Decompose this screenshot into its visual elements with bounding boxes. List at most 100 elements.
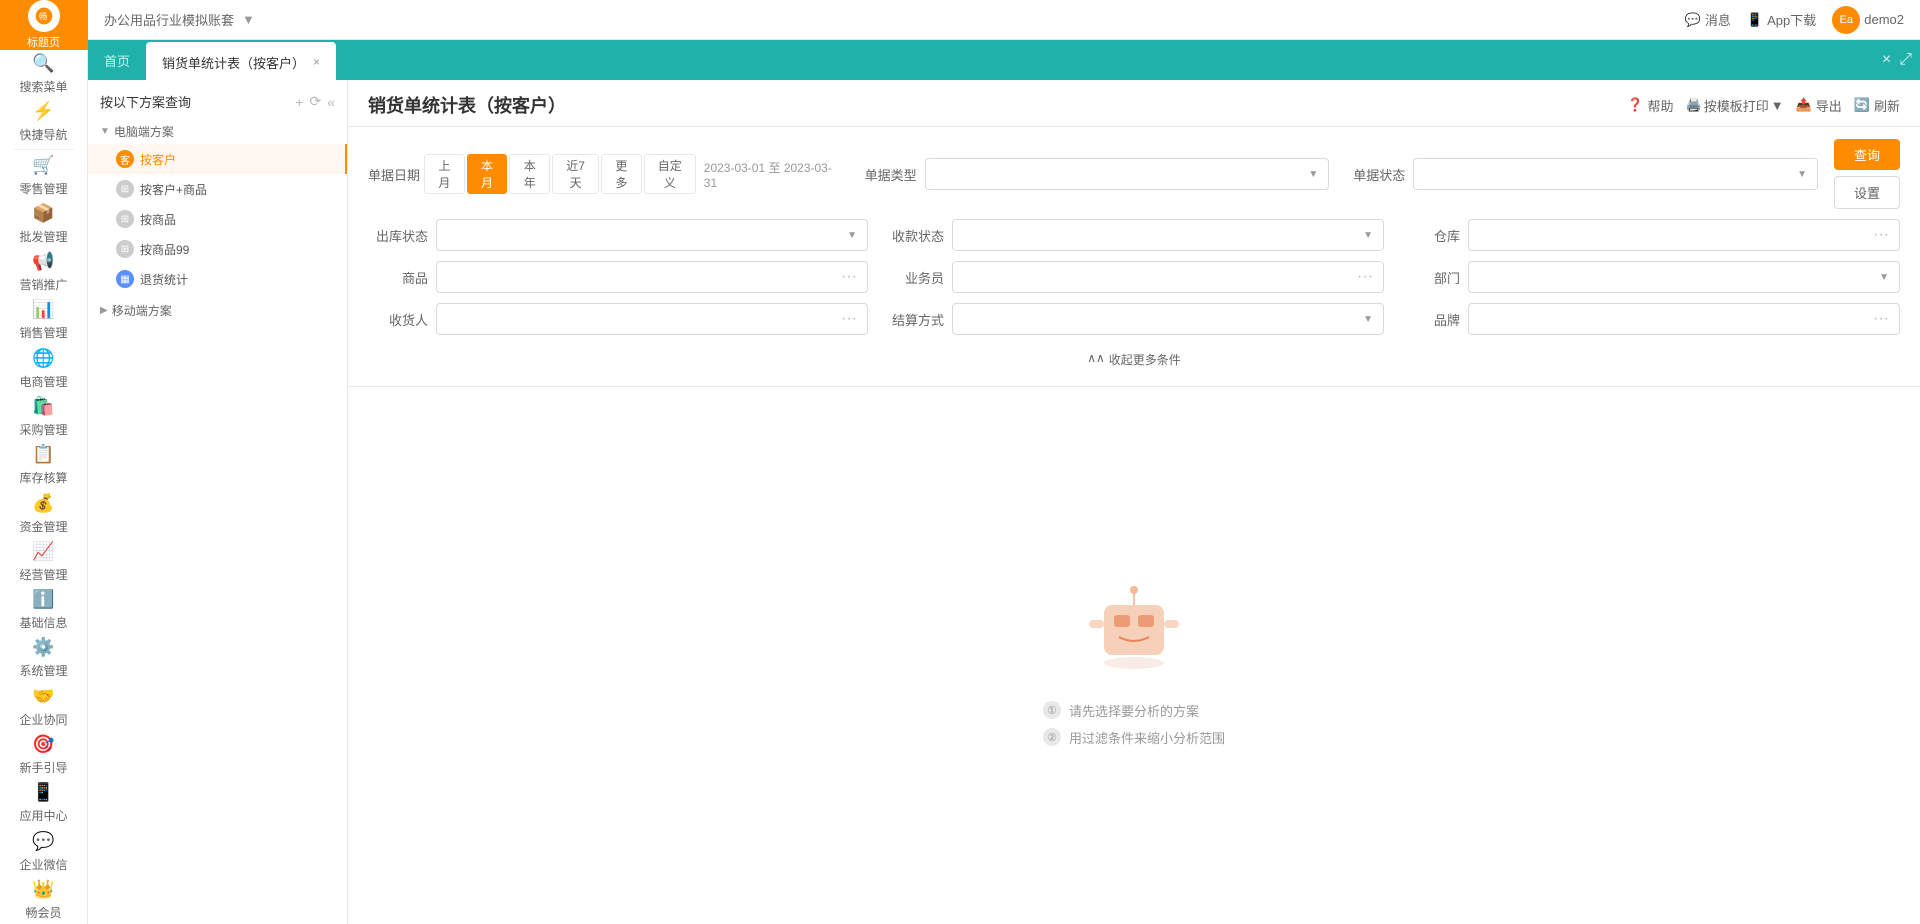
collapse-panel-btn[interactable]: « [327,94,335,110]
dropdown-icon[interactable]: ▼ [242,12,255,27]
scheme-icon-customer-product: ⊞ [116,180,134,198]
tab-current-label: 销货单统计表（按客户） [162,53,305,72]
tab-close-all-btn[interactable]: × [1882,51,1891,69]
sidebar-item-enterprise[interactable]: 🤝 企业协同 [0,683,88,731]
mobile-scheme-header[interactable]: ▶ 移动端方案 [88,298,347,323]
collapse-row[interactable]: ∧∧ 收起更多条件 [368,345,1900,374]
date-btn-this-year[interactable]: 本年 [509,154,550,194]
scheme-icon-return: ▦ [116,270,134,288]
add-scheme-btn[interactable]: + [295,94,303,110]
out-status-select[interactable]: ▼ [436,219,868,251]
empty-illustration [1074,565,1194,685]
sidebar-item-wechat[interactable]: 💬 企业微信 [0,827,88,875]
sidebar-item-finance[interactable]: 💰 资金管理 [0,489,88,537]
scheme-label-by-product-99: 按商品99 [140,241,189,258]
settings-btn[interactable]: 设置 [1834,176,1900,209]
filter-order-status: 单据状态 ▼ [1345,158,1818,190]
order-status-select[interactable]: ▼ [1413,158,1818,190]
receiver-select[interactable]: ··· [436,303,868,335]
sidebar-item-marketing[interactable]: 📢 营销推广 [0,248,88,296]
message-label: 消息 [1705,10,1731,29]
tab-home[interactable]: 首页 [88,40,146,80]
sidebar-item-label: 库存核算 [19,469,67,486]
sidebar-item-retail[interactable]: 🛒 零售管理 [0,151,88,199]
product-select[interactable]: ··· [436,261,868,293]
finance-icon: 💰 [32,493,54,514]
refresh-btn[interactable]: 🔄 刷新 [1854,96,1900,115]
sidebar-item-inventory[interactable]: 📋 库存核算 [0,441,88,489]
scheme-item-by-customer[interactable]: 客 按客户 [88,144,347,174]
salesperson-dots: ··· [1357,268,1373,286]
message-btn[interactable]: 💬 消息 [1685,10,1731,29]
date-btn-this-month[interactable]: 本月 [467,154,508,194]
brand-dots: ··· [1873,310,1889,328]
order-type-arrow: ▼ [1308,169,1318,180]
query-btn[interactable]: 查询 [1834,139,1900,170]
scheme-item-by-product[interactable]: ⊞ 按商品 [88,204,347,234]
product-dots: ··· [841,268,857,286]
sidebar-divider [14,149,74,150]
system-icon: ⚙️ [32,637,54,658]
tab-maximize-btn[interactable]: ⤢ [1899,51,1912,69]
warehouse-select[interactable]: ··· [1468,219,1900,251]
app-download-btn[interactable]: 📱 App下载 [1747,10,1816,29]
sidebar-item-system[interactable]: ⚙️ 系统管理 [0,634,88,682]
scheme-item-return-stats[interactable]: ▦ 退货统计 [88,264,347,294]
salesperson-select[interactable]: ··· [952,261,1384,293]
sidebar-item-label: 采购管理 [19,421,67,438]
refresh-scheme-btn[interactable]: ⟳ [309,93,321,110]
refresh-label: 刷新 [1874,96,1900,115]
filter-settlement: 结算方式 ▼ [884,303,1384,335]
department-label: 部门 [1400,268,1460,287]
template-print-btn[interactable]: 🖨️ 按模板打印 ▼ [1686,96,1784,115]
date-btns: 上月 本月 本年 近7天 更多 自定义 [424,154,696,194]
avatar-text: Ea [1840,14,1853,26]
quicknav-icon: ⚡ [32,101,54,122]
salesperson-label: 业务员 [884,268,944,287]
receipt-status-select[interactable]: ▼ [952,219,1384,251]
sidebar-item-label: 系统管理 [19,662,67,679]
scheme-item-by-customer-product[interactable]: ⊞ 按客户+商品 [88,174,347,204]
main-area: 办公用品行业模拟账套 ▼ 💬 消息 📱 App下载 Ea demo2 首页 [88,0,1920,924]
user-menu[interactable]: Ea demo2 [1832,6,1904,34]
date-btn-last-7days[interactable]: 近7天 [552,154,599,194]
sidebar: 畅 标题页 🔍 搜索菜单 ⚡ 快捷导航 🛒 零售管理 📦 批发管理 📢 营销推广… [0,0,88,924]
desktop-arrow: ▼ [100,126,110,137]
purchase-icon: 🛍️ [32,396,54,417]
export-btn[interactable]: 📤 导出 [1796,96,1842,115]
tab-current[interactable]: 销货单统计表（按客户） × [146,42,336,82]
tab-close-btn[interactable]: × [313,55,320,69]
sidebar-item-search[interactable]: 🔍 搜索菜单 [0,50,88,98]
desktop-scheme-header[interactable]: ▼ 电脑端方案 [88,119,347,144]
sidebar-item-wholesale[interactable]: 📦 批发管理 [0,200,88,248]
sidebar-logo[interactable]: 畅 标题页 [0,0,88,50]
scheme-item-by-product-99[interactable]: ⊞ 按商品99 [88,234,347,264]
department-select[interactable]: ▼ [1468,261,1900,293]
app-download-label: App下载 [1767,10,1816,29]
sidebar-item-purchase[interactable]: 🛍️ 采购管理 [0,393,88,441]
settlement-select[interactable]: ▼ [952,303,1384,335]
date-btn-last-month[interactable]: 上月 [424,154,465,194]
sidebar-item-quicknav[interactable]: ⚡ 快捷导航 [0,98,88,146]
sidebar-item-basic[interactable]: ℹ️ 基础信息 [0,586,88,634]
sidebar-item-newguide[interactable]: 🎯 新手引导 [0,731,88,779]
sidebar-item-appcenter[interactable]: 📱 应用中心 [0,779,88,827]
app-title: 办公用品行业模拟账套 [104,10,234,29]
help-btn[interactable]: ❓ 帮助 [1627,96,1673,115]
tip-text-1: 请先选择要分析的方案 [1069,701,1199,720]
brand-select[interactable]: ··· [1468,303,1900,335]
avatar: Ea [1832,6,1860,34]
date-btn-more[interactable]: 更多 [601,154,642,194]
collapse-up-icon: ∧∧ [1087,351,1105,368]
sidebar-item-sales[interactable]: 📊 销售管理 [0,296,88,344]
panel-header: 按以下方案查询 + ⟳ « [88,92,347,119]
header-left: 办公用品行业模拟账套 ▼ [104,10,255,29]
order-type-select[interactable]: ▼ [925,158,1330,190]
sidebar-item-operation[interactable]: 📈 经营管理 [0,538,88,586]
scheme-icon-product: ⊞ [116,210,134,228]
filter-department: 部门 ▼ [1400,261,1900,293]
sidebar-item-label: 企业微信 [19,856,67,873]
sidebar-item-ecommerce[interactable]: 🌐 电商管理 [0,345,88,393]
sidebar-item-member[interactable]: 👑 畅会员 [0,876,88,924]
date-btn-custom[interactable]: 自定义 [644,154,696,194]
